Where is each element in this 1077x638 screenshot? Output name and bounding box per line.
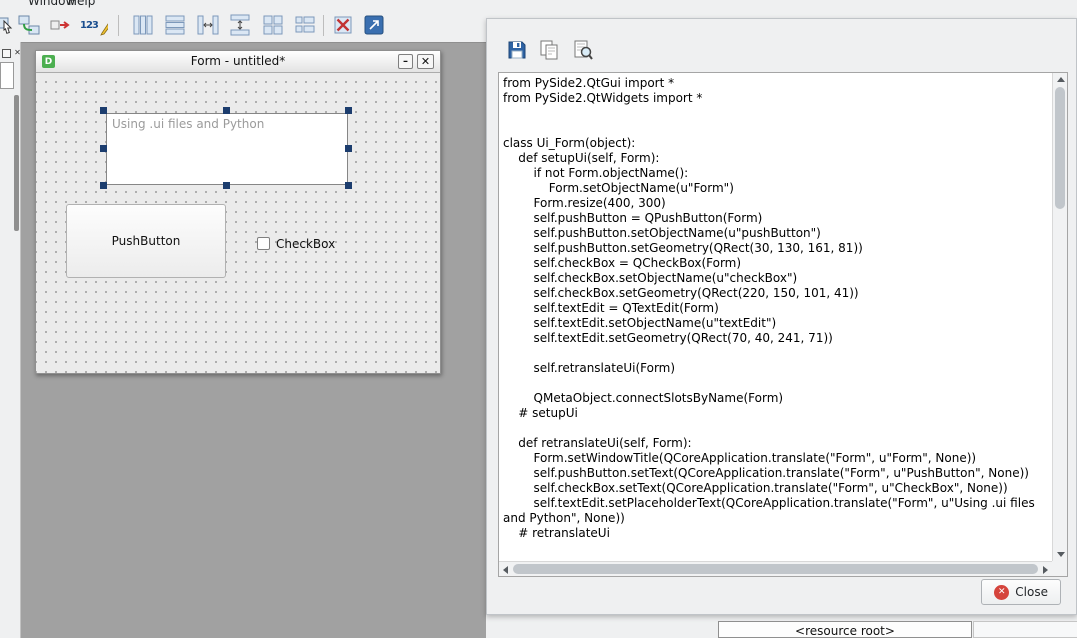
form-window-title: Form - untitled* <box>36 54 440 68</box>
checkbox-label: CheckBox <box>276 237 335 251</box>
resource-root-item[interactable]: <resource root> <box>718 621 972 638</box>
layout-splitter-vertical-icon[interactable] <box>228 13 252 37</box>
vertical-scrollbar[interactable] <box>1052 73 1067 561</box>
selection-handle-mid-left[interactable] <box>100 145 107 152</box>
resource-side-panel <box>973 621 1077 638</box>
scroll-up-icon[interactable] <box>1057 77 1065 82</box>
scrollbar-corner <box>1052 561 1067 576</box>
scroll-down-icon[interactable] <box>1057 552 1065 557</box>
code-view[interactable]: from PySide2.QtGui import *from PySide2.… <box>498 72 1068 577</box>
close-button[interactable]: ✕ Close <box>981 579 1061 605</box>
dock-scrollbar[interactable] <box>14 95 19 231</box>
save-icon[interactable] <box>505 38 529 62</box>
adjust-size-icon[interactable] <box>362 13 386 37</box>
layout-form-icon[interactable] <box>293 13 317 37</box>
textedit-widget[interactable]: Using .ui files and Python <box>106 113 348 185</box>
tab-order-label: 123 <box>80 15 98 37</box>
selection-handle-top-right[interactable] <box>345 107 352 114</box>
qt-designer-screen: Window Help 123 <box>0 0 1077 638</box>
form-editor-window[interactable]: D Form - untitled* – ✕ Using .ui files a… <box>35 50 441 374</box>
horizontal-scroll-thumb[interactable] <box>513 564 1038 574</box>
menu-help[interactable]: Help <box>68 0 95 8</box>
edit-widgets-icon[interactable] <box>0 13 16 37</box>
toolbar-separator-2 <box>323 15 324 36</box>
selection-handle-top-left[interactable] <box>100 107 107 114</box>
code-text: from PySide2.QtGui import *from PySide2.… <box>503 76 1050 559</box>
selection-handle-bottom-center[interactable] <box>223 182 230 189</box>
copy-icon[interactable] <box>537 38 561 62</box>
close-x-icon: ✕ <box>994 585 1009 600</box>
scroll-left-icon[interactable] <box>503 566 508 574</box>
close-window-button[interactable]: ✕ <box>417 54 434 69</box>
form-canvas[interactable]: Using .ui files and Python PushButton Ch… <box>36 73 440 373</box>
find-icon[interactable] <box>571 38 595 62</box>
break-layout-icon[interactable] <box>331 13 355 37</box>
toolbar-separator <box>118 15 119 36</box>
layout-splitter-horizontal-icon[interactable] <box>196 13 220 37</box>
widget-filter-box[interactable] <box>0 62 14 89</box>
horizontal-scrollbar[interactable] <box>499 561 1052 576</box>
menu-bar: Window Help <box>0 0 1077 9</box>
widget-box-dock <box>0 42 21 638</box>
selection-handle-bottom-right[interactable] <box>345 182 352 189</box>
selection-handle-top-center[interactable] <box>223 107 230 114</box>
edit-tab-order-icon[interactable]: 123 <box>80 13 108 37</box>
minimize-button[interactable]: – <box>398 54 413 69</box>
edit-buddies-icon[interactable] <box>49 13 73 37</box>
dock-float-icon[interactable] <box>2 49 11 58</box>
code-preview-dialog: from PySide2.QtGui import *from PySide2.… <box>486 18 1077 615</box>
vertical-scroll-thumb[interactable] <box>1055 87 1065 209</box>
edit-signals-slots-icon[interactable] <box>17 13 41 37</box>
pushbutton-label: PushButton <box>112 234 181 248</box>
textedit-placeholder: Using .ui files and Python <box>112 117 264 131</box>
checkbox-box-icon[interactable] <box>257 237 270 250</box>
layout-horizontal-icon[interactable] <box>131 13 155 37</box>
layout-vertical-icon[interactable] <box>163 13 187 37</box>
form-window-titlebar[interactable]: D Form - untitled* – ✕ <box>36 51 440 73</box>
pushbutton-widget[interactable]: PushButton <box>66 204 226 278</box>
scroll-right-icon[interactable] <box>1043 566 1048 574</box>
layout-grid-icon[interactable] <box>261 13 285 37</box>
checkbox-widget[interactable]: CheckBox <box>257 223 358 264</box>
selection-handle-bottom-left[interactable] <box>100 182 107 189</box>
selection-handle-mid-right[interactable] <box>345 145 352 152</box>
close-button-label: Close <box>1015 585 1048 599</box>
